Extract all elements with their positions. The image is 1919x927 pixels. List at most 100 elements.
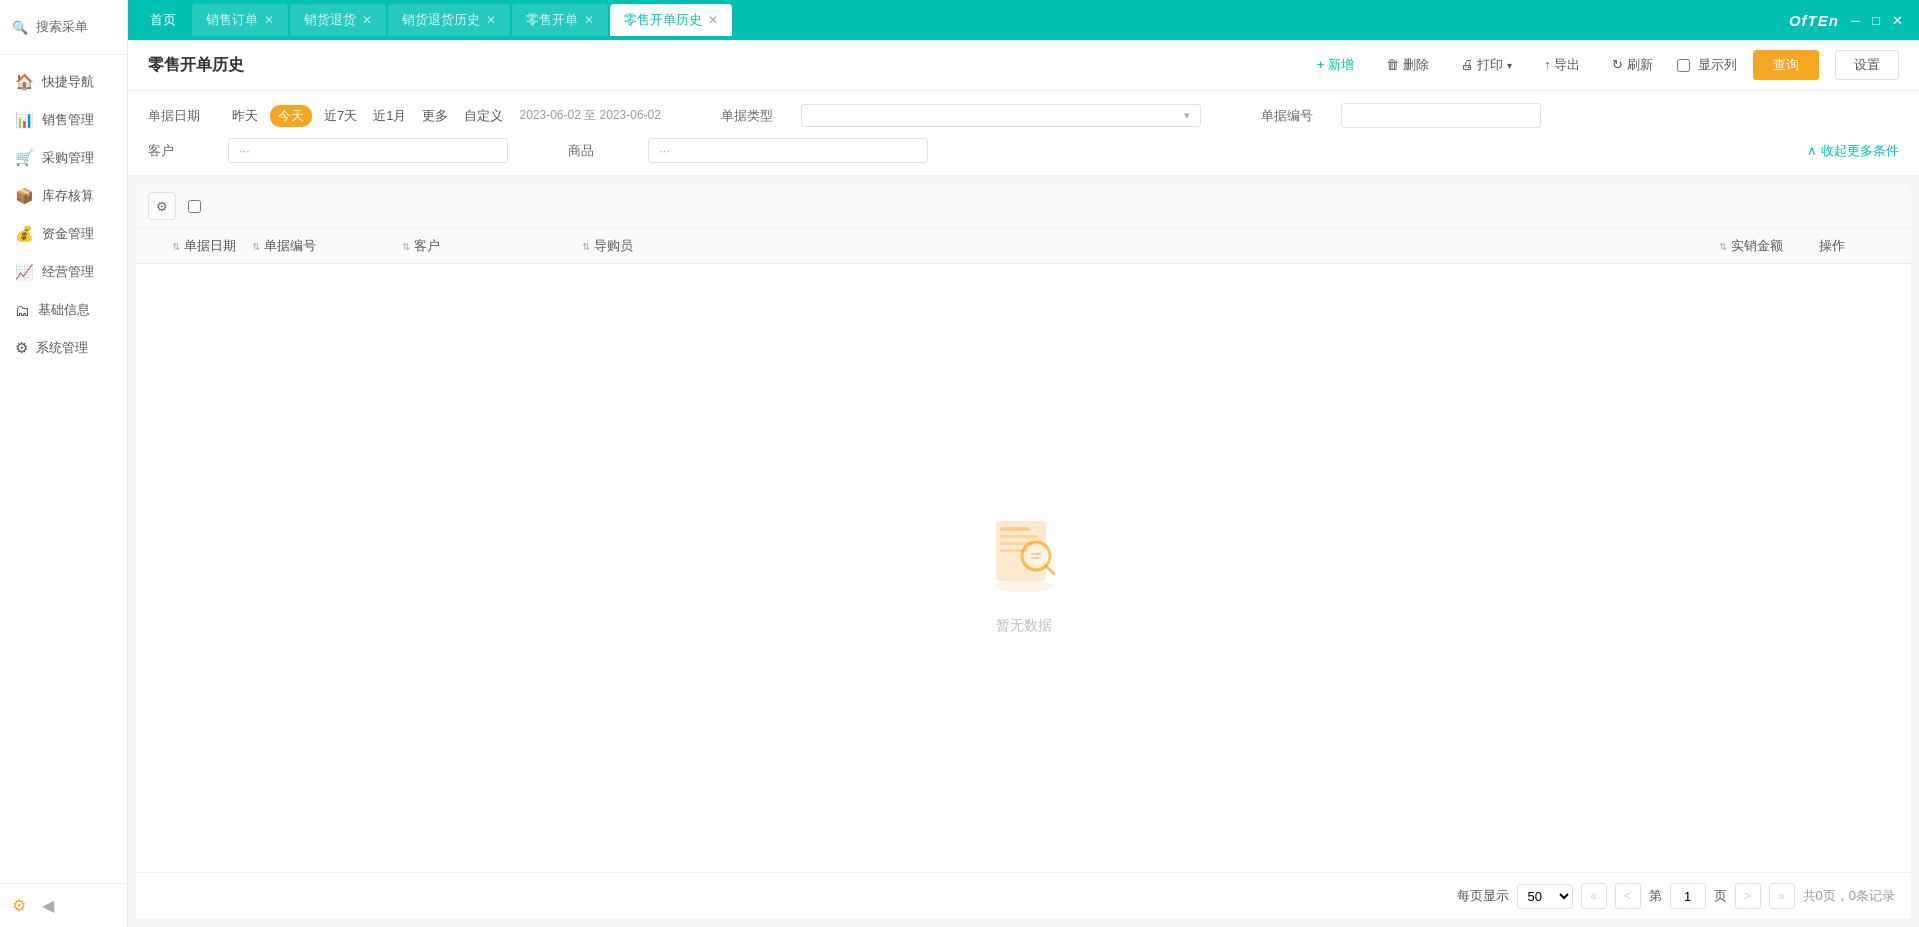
th-actions: 操作 [1819,237,1899,255]
tab-sales-order[interactable]: 销售订单 ✕ [192,4,288,36]
date-opt-7days[interactable]: 近7天 [320,105,361,127]
sidebar-item-label: 资金管理 [42,225,94,243]
tab-bar: 首页 销售订单 ✕ 销货退货 ✕ 销货退货历史 ✕ 零售开单 ✕ 零售开单历史 … [128,0,1919,40]
add-button[interactable]: + 新增 [1309,52,1362,78]
page-label: 第 [1649,887,1662,905]
th-date-label: 单据日期 [184,237,236,255]
page-total: 共0页，0条记录 [1803,887,1895,905]
export-button[interactable]: ↑ 导出 [1536,52,1588,78]
settings-bottom-icon[interactable]: ⚙ [12,896,26,915]
sidebar-item-operations[interactable]: 📈 经营管理 [0,253,127,291]
collapse-label: 收起更多条件 [1821,142,1899,160]
delete-button[interactable]: 🗑 删除 [1378,52,1437,78]
th-number[interactable]: ⇅ 单据编号 [252,237,402,255]
tab-sales-return-history[interactable]: 销货退货历史 ✕ [388,4,510,36]
customer-placeholder: ··· [239,143,497,158]
search-menu-item[interactable]: 🔍 搜索采单 [0,12,127,42]
first-page-btn[interactable]: « [1581,883,1607,909]
chart-icon: 📊 [15,111,34,129]
sort-icon-amount: ⇅ [1719,241,1727,252]
prev-page-btn[interactable]: < [1615,883,1641,909]
last-page-btn[interactable]: » [1769,883,1795,909]
tab-bar-right: OfTEn ─ □ ✕ [1789,12,1911,29]
sidebar-item-inventory[interactable]: 📦 库存核算 [0,177,127,215]
sidebar-item-sales-mgmt[interactable]: 📊 销售管理 [0,101,127,139]
date-opt-yesterday[interactable]: 昨天 [228,105,262,127]
empty-state: 暂无数据 [974,501,1074,635]
display-cols-checkbox[interactable] [1677,59,1690,72]
minimize-btn[interactable]: ─ [1851,13,1860,28]
type-filter-select[interactable]: ▾ [801,104,1201,127]
collapse-sidebar-icon[interactable]: ◀ [42,896,54,915]
goods-placeholder: ··· [659,143,917,158]
sidebar-item-basic-info[interactable]: 🗂 基础信息 [0,291,127,329]
print-button[interactable]: 🖨 打印 ▾ [1453,52,1521,78]
refresh-button[interactable]: ↻ 刷新 [1604,52,1661,78]
number-filter-label: 单据编号 [1261,107,1321,125]
tab-sales-return-history-close[interactable]: ✕ [486,14,496,26]
tab-retail-history[interactable]: 零售开单历史 ✕ [610,4,732,36]
svg-rect-2 [1000,527,1030,531]
filter-row-date: 单据日期 昨天 今天 近7天 近1月 更多 自定义 2023-06-02 至 2… [148,103,1899,128]
search-label: 搜索采单 [36,18,88,36]
table-toolbar: ⚙ [136,184,1911,229]
display-cols-toggle[interactable]: 显示列 [1677,56,1737,74]
tab-home[interactable]: 首页 [136,4,190,36]
tab-sales-return[interactable]: 销货退货 ✕ [290,4,386,36]
sort-icon-guide: ⇅ [582,241,590,252]
sidebar-item-label: 库存核算 [42,187,94,205]
sort-icon-customer: ⇅ [402,241,410,252]
date-opt-more[interactable]: 更多 [418,105,452,127]
date-opt-1month[interactable]: 近1月 [369,105,410,127]
th-amount[interactable]: ⇅ 实销金额 [1719,237,1819,255]
query-button[interactable]: 查询 [1753,50,1819,80]
tab-bar-wrapper: 首页 销售订单 ✕ 销货退货 ✕ 销货退货历史 ✕ 零售开单 ✕ 零售开单历史 … [128,0,1919,40]
sidebar-bottom: ⚙ ◀ [0,883,127,927]
date-opt-today[interactable]: 今天 [270,105,312,127]
sidebar-top: 🔍 搜索采单 [0,0,127,55]
tab-sales-return-close[interactable]: ✕ [362,14,372,26]
search-icon: 🔍 [12,20,28,35]
svg-point-7 [1026,546,1046,566]
display-cols-label: 显示列 [1698,56,1737,74]
add-label: + 新增 [1317,56,1354,74]
date-opt-custom[interactable]: 自定义 [460,105,507,127]
refresh-label: ↻ 刷新 [1612,56,1653,74]
sidebar-item-quick-nav[interactable]: 🏠 快捷导航 [0,63,127,101]
tab-sales-return-history-label: 销货退货历史 [402,11,480,29]
th-date[interactable]: ⇅ 单据日期 [172,237,252,255]
sidebar-item-finance[interactable]: 💰 资金管理 [0,215,127,253]
tab-retail-open[interactable]: 零售开单 ✕ [512,4,608,36]
tab-sales-order-close[interactable]: ✕ [264,14,274,26]
tab-retail-history-label: 零售开单历史 [624,11,702,29]
settings-button[interactable]: 设置 [1835,50,1899,80]
maximize-btn[interactable]: □ [1872,13,1880,28]
tab-retail-history-close[interactable]: ✕ [708,14,718,26]
th-guide[interactable]: ⇅ 导购员 [582,237,702,255]
next-page-btn[interactable]: > [1735,883,1761,909]
number-filter-input[interactable] [1341,103,1541,128]
select-all-checkbox[interactable] [188,200,201,213]
sidebar-item-system[interactable]: ⚙ 系统管理 [0,329,127,367]
customer-filter-select[interactable]: ··· [228,138,508,163]
table-settings-icon[interactable]: ⚙ [148,192,176,220]
close-btn-window[interactable]: ✕ [1892,13,1903,28]
sort-icon-date: ⇅ [172,241,180,252]
print-dropdown-icon[interactable]: ▾ [1507,60,1512,71]
page-size-select[interactable]: 10 20 50 100 [1517,884,1573,909]
goods-filter-label: 商品 [568,142,628,160]
table-body: 暂无数据 [136,264,1911,872]
svg-point-0 [994,580,1054,592]
th-guide-label: 导购员 [594,237,633,255]
sidebar-item-purchase-mgmt[interactable]: 🛒 采购管理 [0,139,127,177]
page-input[interactable] [1670,883,1706,909]
th-customer[interactable]: ⇅ 客户 [402,237,582,255]
sidebar-nav: 🏠 快捷导航 📊 销售管理 🛒 采购管理 📦 库存核算 💰 资金管理 📈 经营管… [0,55,127,883]
tab-retail-open-close[interactable]: ✕ [584,14,594,26]
collapse-up-icon: ∧ [1807,143,1817,158]
collapse-button[interactable]: ∧ 收起更多条件 [1807,142,1899,160]
goods-filter-select[interactable]: ··· [648,138,928,163]
delete-label: 🗑 删除 [1386,56,1429,74]
main-area: 首页 销售订单 ✕ 销货退货 ✕ 销货退货历史 ✕ 零售开单 ✕ 零售开单历史 … [128,0,1919,927]
table-header: ⇅ 单据日期 ⇅ 单据编号 ⇅ 客户 ⇅ 导购员 ⇅ 实销 [136,229,1911,264]
